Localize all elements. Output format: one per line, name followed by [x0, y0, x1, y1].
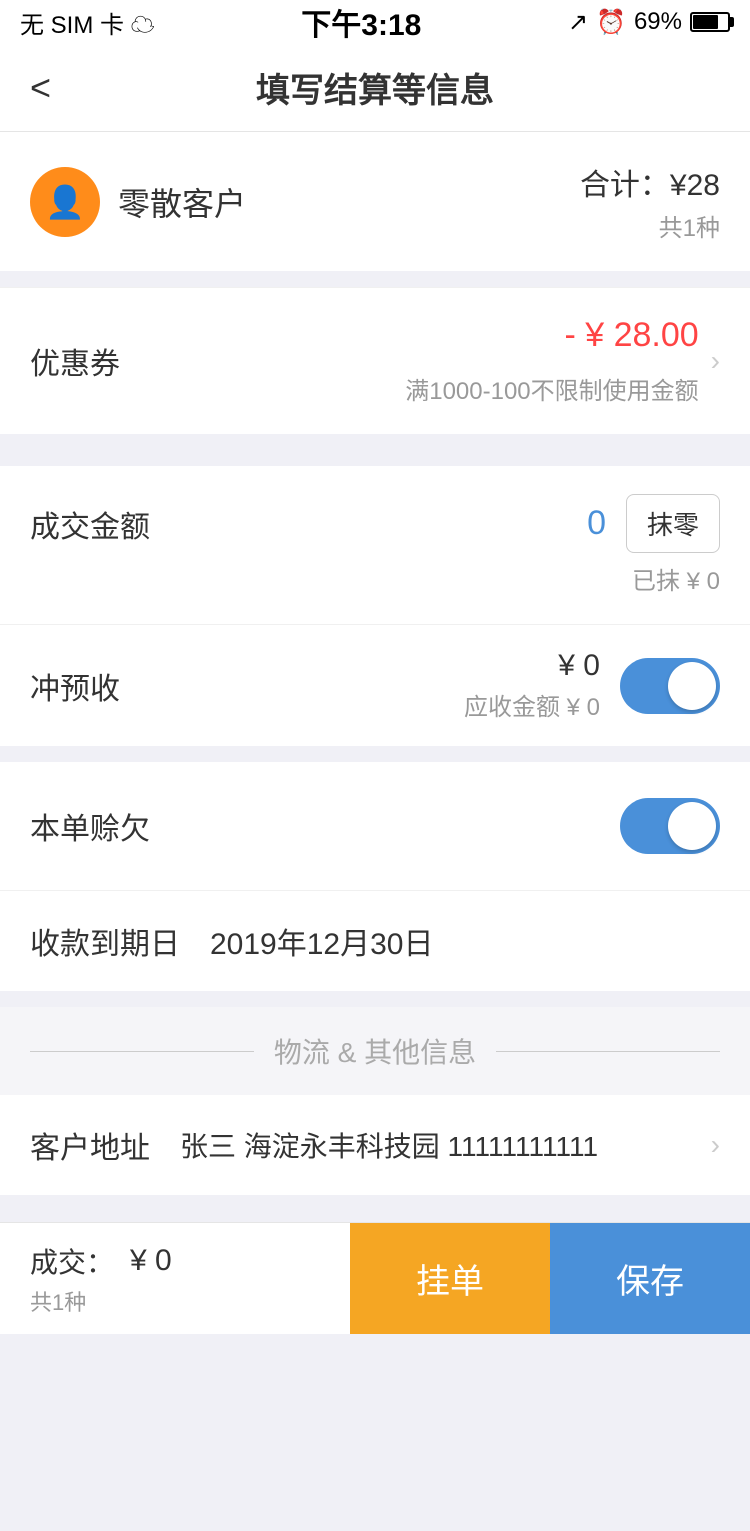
precollect-right: ¥ 0 应收金额 ¥ 0 [464, 649, 720, 722]
status-left: 无 SIM 卡 ☁ [20, 5, 155, 40]
round-off-button[interactable]: 抹零 [626, 494, 720, 553]
deal-amount-value: 0 [587, 504, 606, 543]
address-section: 客户地址 张三 海淀永丰科技园 11111111111 › [0, 1095, 750, 1195]
duedate-value: 2019年12月30日 [210, 919, 433, 963]
customer-right: 合计：¥28 共1种 [580, 160, 720, 243]
deal-amount-section: 成交金额 0 抹零 已抹 ¥ 0 [0, 466, 750, 624]
logistics-label: 物流 & 其他信息 [274, 1031, 476, 1071]
coupon-label: 优惠券 [30, 339, 120, 383]
duedate-label: 收款到期日 [30, 919, 180, 963]
coupon-sub: 满1000-100不限制使用金额 [405, 371, 698, 406]
coupon-section: 优惠券 - ¥ 28.00 满1000-100不限制使用金额 › [0, 287, 750, 434]
logistics-line-right [496, 1051, 720, 1052]
logistics-divider: 物流 & 其他信息 [0, 1007, 750, 1095]
precollect-main-value: ¥ 0 [464, 649, 600, 683]
logistics-line-left [30, 1051, 254, 1052]
precollect-row: 冲预收 ¥ 0 应收金额 ¥ 0 [0, 624, 750, 746]
customer-left: 👤 零散客户 [30, 167, 246, 237]
debt-label: 本单赊欠 [30, 804, 150, 848]
precollect-label: 冲预收 [30, 664, 120, 708]
bottom-deal: 成交： ¥ 0 [30, 1241, 320, 1281]
coupon-value: - ¥ 28.00 [564, 316, 698, 355]
page-title: 填写结算等信息 [256, 63, 494, 112]
deal-amount-row: 成交金额 0 抹零 [30, 494, 720, 553]
battery-percent: 69% [634, 8, 682, 36]
nav-bar: < 填写结算等信息 [0, 44, 750, 132]
status-bar: 无 SIM 卡 ☁ 下午3:18 ↗ ⏰ 69% [0, 0, 750, 44]
bottom-info: 成交： ¥ 0 共1种 [0, 1223, 350, 1334]
sim-label: 无 SIM 卡 ☁ [20, 5, 155, 40]
bottom-deal-value: ¥ 0 [130, 1244, 172, 1278]
coupon-right: - ¥ 28.00 满1000-100不限制使用金额 [405, 316, 698, 406]
coupon-chevron-icon: › [711, 345, 720, 377]
bottom-bar: 成交： ¥ 0 共1种 挂单 保存 [0, 1222, 750, 1334]
status-time: 下午3:18 [301, 0, 421, 44]
deal-amount-label: 成交金额 [30, 502, 150, 546]
coupon-row[interactable]: 优惠券 - ¥ 28.00 满1000-100不限制使用金额 › [0, 287, 750, 434]
customer-name: 零散客户 [118, 179, 246, 225]
location-icon: ↗ [568, 8, 588, 37]
customer-row[interactable]: 👤 零散客户 合计：¥28 共1种 [0, 132, 750, 271]
address-chevron-icon: › [711, 1129, 720, 1161]
back-button[interactable]: < [30, 67, 51, 109]
bottom-count: 共1种 [30, 1285, 320, 1317]
bottom-deal-label: 成交： [30, 1241, 114, 1281]
save-button[interactable]: 保存 [550, 1223, 750, 1334]
deal-amount-sub: 已抹 ¥ 0 [30, 561, 720, 596]
duedate-row[interactable]: 收款到期日 2019年12月30日 [0, 890, 750, 991]
deal-amount-right: 0 抹零 [587, 494, 720, 553]
address-label: 客户地址 [30, 1123, 150, 1167]
customer-section: 👤 零散客户 合计：¥28 共1种 [0, 132, 750, 271]
status-right: ↗ ⏰ 69% [568, 8, 730, 37]
precollect-toggle[interactable] [620, 658, 720, 714]
customer-count: 共1种 [580, 208, 720, 243]
suspend-button[interactable]: 挂单 [350, 1223, 550, 1334]
debt-row: 本单赊欠 [0, 762, 750, 890]
divider-3 [0, 991, 750, 1007]
avatar-icon: 👤 [45, 183, 85, 221]
precollect-values: ¥ 0 应收金额 ¥ 0 [464, 649, 600, 722]
address-value: 张三 海淀永丰科技园 11111111111 [180, 1125, 711, 1165]
precollect-sub-value: 应收金额 ¥ 0 [464, 687, 600, 722]
divider-2 [0, 746, 750, 762]
battery-icon [690, 12, 730, 32]
alarm-icon: ⏰ [596, 8, 626, 37]
address-row[interactable]: 客户地址 张三 海淀永丰科技园 11111111111 › [0, 1095, 750, 1195]
customer-avatar: 👤 [30, 167, 100, 237]
divider-1 [0, 450, 750, 466]
debt-toggle[interactable] [620, 798, 720, 854]
customer-total: 合计：¥28 [580, 160, 720, 204]
